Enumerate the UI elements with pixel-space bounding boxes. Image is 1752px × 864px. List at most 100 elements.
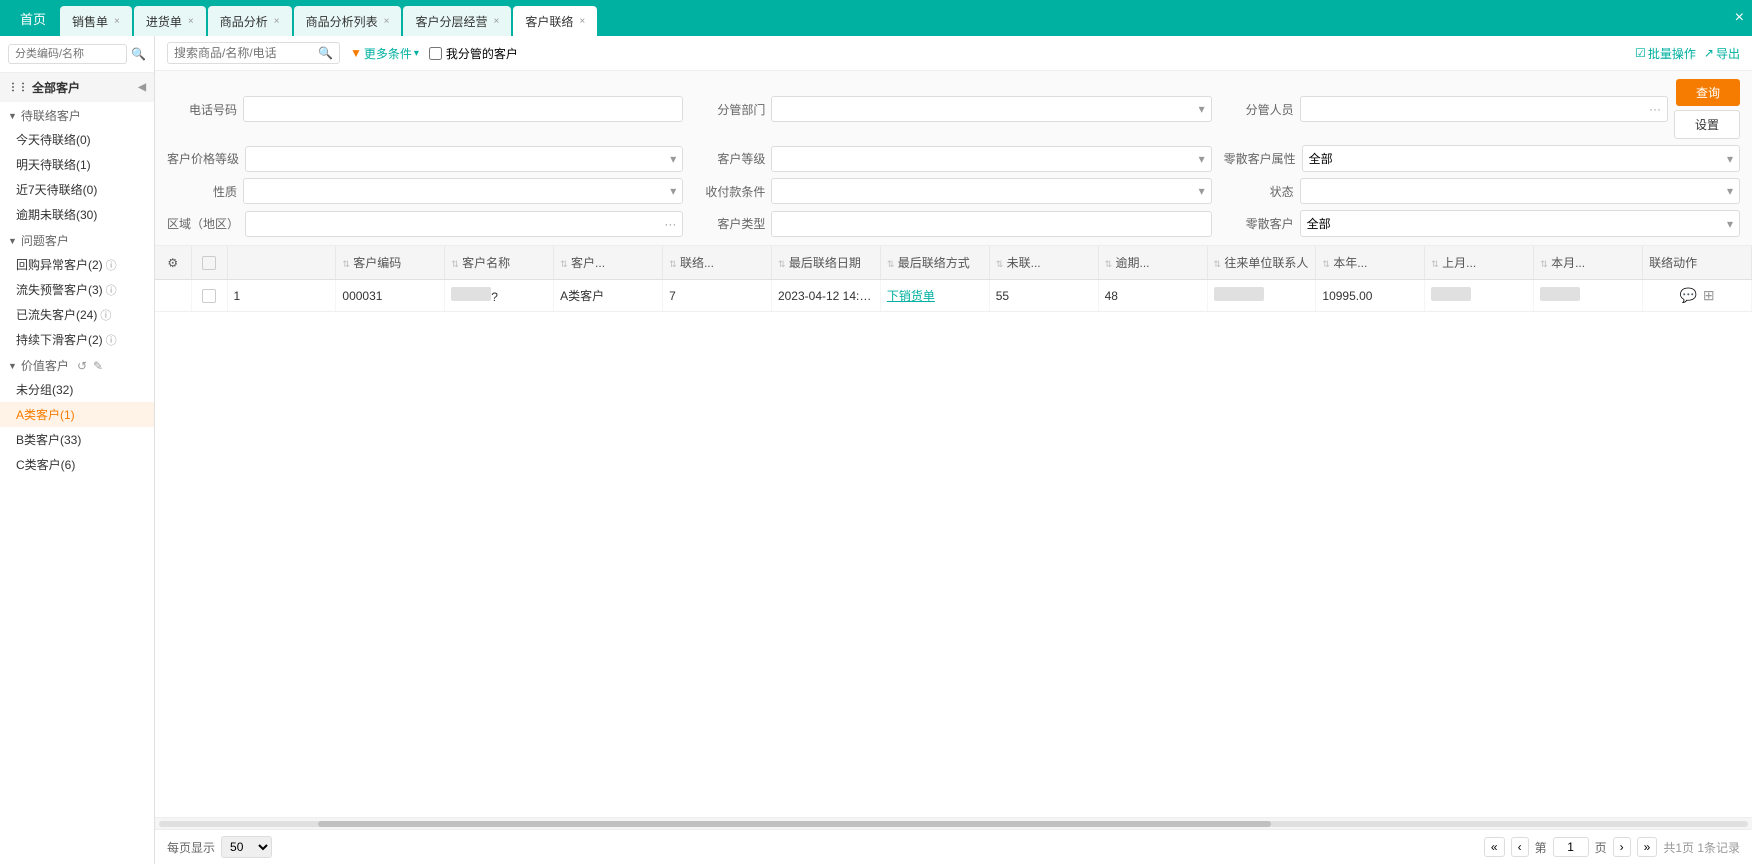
dept-select[interactable]: ▾	[771, 96, 1211, 122]
chevron-price: ▾	[670, 152, 676, 166]
retail-customer-label: 零散客户	[1224, 215, 1294, 232]
col-last-method[interactable]: ⇅ 最后联络方式	[880, 246, 989, 280]
sidebar-item-class-b[interactable]: B类客户(33)	[0, 427, 154, 452]
this-month-masked	[1540, 287, 1580, 301]
sidebar-item-churn-warning[interactable]: 流失预警客户(3) ⓘ	[0, 277, 154, 302]
query-btn-area: 查询 设置	[1674, 79, 1740, 139]
info-icon1: ⓘ	[106, 257, 117, 273]
batch-op-btn[interactable]: ☑ 批量操作	[1635, 45, 1696, 62]
status-select[interactable]: ▾	[1300, 178, 1740, 204]
cell-action: 💬 ⊞	[1643, 280, 1752, 312]
last-method-link[interactable]: 下销货单	[887, 289, 935, 303]
nav-tab-analysis-list[interactable]: 商品分析列表 ×	[294, 6, 402, 36]
nav-tab-analysis[interactable]: 商品分析 ×	[208, 6, 292, 36]
filter-person: 分管人员 ··· 查询 设置	[1224, 79, 1740, 139]
chevron-dept: ▾	[1199, 102, 1205, 116]
sidebar-item-tomorrow[interactable]: 明天待联络(1)	[0, 152, 154, 177]
filter-search-icon[interactable]: 🔍	[318, 46, 333, 60]
sidebar-section-value[interactable]: ▼ 价值客户 ↺ ✎	[0, 352, 154, 377]
prev-page-btn[interactable]: ‹	[1511, 837, 1529, 857]
cell-checkbox[interactable]	[191, 280, 227, 312]
col-no-contact[interactable]: ⇅ 未联...	[989, 246, 1098, 280]
scroll-thumb[interactable]	[318, 821, 1271, 827]
close-purchase-tab[interactable]: ×	[188, 16, 194, 27]
nav-tab-customer-contact[interactable]: 客户联络 ×	[513, 6, 597, 36]
col-overdue[interactable]: ⇅ 逾期...	[1098, 246, 1207, 280]
scroll-track[interactable]	[159, 821, 1748, 827]
refresh-icon[interactable]: ↺	[77, 359, 87, 373]
my-customers-check[interactable]	[429, 47, 442, 60]
qr-action-icon[interactable]: ⊞	[1703, 287, 1715, 304]
filter-region: 区域（地区） ···	[167, 210, 683, 237]
sidebar-item-churned[interactable]: 已流失客户(24) ⓘ	[0, 302, 154, 327]
sidebar-section-problem[interactable]: ▼ 问题客户	[0, 227, 154, 252]
last-page-btn[interactable]: »	[1637, 837, 1658, 857]
sidebar-section-pending[interactable]: ▼ 待联络客户	[0, 102, 154, 127]
nature-select[interactable]: ▾	[243, 178, 683, 204]
phone-input[interactable]	[243, 96, 683, 122]
sidebar: 🔍 ⋮⋮ 全部客户 ◀ ▼ 待联络客户 今天待联络(0) 明天待联络(1) 近7…	[0, 36, 155, 864]
nav-tab-sales[interactable]: 销售单 ×	[60, 6, 132, 36]
price-level-select[interactable]: ▾	[245, 146, 683, 172]
col-last-month[interactable]: ⇅ 上月...	[1425, 246, 1534, 280]
next-page-btn[interactable]: ›	[1613, 837, 1631, 857]
col-this-month[interactable]: ⇅ 本月...	[1534, 246, 1643, 280]
sidebar-all-customers[interactable]: ⋮⋮ 全部客户 ◀	[0, 73, 154, 102]
region-input[interactable]: ···	[245, 211, 683, 237]
page-number-input[interactable]	[1553, 837, 1589, 857]
sidebar-item-unclassified[interactable]: 未分组(32)	[0, 377, 154, 402]
sort-icon6: ⇅	[887, 259, 895, 269]
customer-type-input[interactable]	[771, 211, 1211, 237]
customer-level-label: 客户等级	[695, 150, 765, 167]
nav-tab-customer-segment[interactable]: 客户分层经营 ×	[403, 6, 511, 36]
nav-home[interactable]: 首页	[8, 0, 58, 36]
close-analysis-tab[interactable]: ×	[274, 16, 280, 27]
filter-more-btn[interactable]: ▼ 更多条件 ▾	[350, 45, 419, 62]
message-action-icon[interactable]: 💬	[1679, 287, 1696, 304]
sidebar-item-7days[interactable]: 近7天待联络(0)	[0, 177, 154, 202]
sidebar-item-today[interactable]: 今天待联络(0)	[0, 127, 154, 152]
col-code[interactable]: ⇅ 客户编码	[336, 246, 445, 280]
close-contact-tab[interactable]: ×	[579, 16, 585, 27]
sidebar-item-declining[interactable]: 持续下滑客户(2) ⓘ	[0, 327, 154, 352]
col-settings[interactable]: ⚙	[155, 246, 191, 280]
filter-right-actions: ☑ 批量操作 ↗ 导出	[1635, 45, 1740, 62]
col-unit-contact[interactable]: ⇅ 往来单位联系人	[1207, 246, 1316, 280]
export-btn[interactable]: ↗ 导出	[1704, 45, 1740, 62]
col-level[interactable]: ⇅ 客户...	[554, 246, 663, 280]
col-checkbox-header[interactable]	[191, 246, 227, 280]
col-contact[interactable]: ⇅ 联络...	[663, 246, 772, 280]
close-sales-tab[interactable]: ×	[114, 16, 120, 27]
person-input[interactable]: ···	[1300, 96, 1668, 122]
filter-search-input[interactable]	[174, 46, 314, 60]
chevron-payment: ▾	[1199, 184, 1205, 198]
close-analysis-list-tab[interactable]: ×	[384, 16, 390, 27]
col-name[interactable]: ⇅ 客户名称	[445, 246, 554, 280]
filter-customer-level: 客户等级 ▾	[695, 145, 1211, 172]
sidebar-item-repurchase-abnormal[interactable]: 回购异常客户(2) ⓘ	[0, 252, 154, 277]
setting-button[interactable]: 设置	[1674, 110, 1740, 139]
horizontal-scrollbar[interactable]	[155, 817, 1752, 829]
chevron-clevel: ▾	[1199, 152, 1205, 166]
sidebar-item-class-a[interactable]: A类客户(1)	[0, 402, 154, 427]
my-customers-checkbox[interactable]: 我分管的客户	[429, 45, 518, 62]
close-window-btn[interactable]: ×	[1735, 9, 1744, 27]
sidebar-search-icon[interactable]: 🔍	[131, 47, 146, 61]
first-page-btn[interactable]: «	[1484, 837, 1505, 857]
edit-icon[interactable]: ✎	[93, 359, 103, 373]
close-segment-tab[interactable]: ×	[493, 16, 499, 27]
retail-customer-select[interactable]: 全部 ▾	[1300, 210, 1740, 237]
page-size-select[interactable]: 50 10 20 100	[221, 836, 272, 858]
col-this-year[interactable]: ⇅ 本年...	[1316, 246, 1425, 280]
sidebar-item-overdue[interactable]: 逾期未联络(30)	[0, 202, 154, 227]
sidebar-search-input[interactable]	[8, 44, 127, 64]
chevron-retail2: ▾	[1727, 217, 1733, 231]
col-last-date[interactable]: ⇅ 最后联络日期	[771, 246, 880, 280]
query-button[interactable]: 查询	[1676, 79, 1740, 106]
sidebar-item-class-c[interactable]: C类客户(6)	[0, 452, 154, 477]
payment-select[interactable]: ▾	[771, 178, 1211, 204]
nav-tab-purchase[interactable]: 进货单 ×	[134, 6, 206, 36]
sidebar-collapse-btn[interactable]: ◀	[138, 82, 146, 93]
customer-level-select[interactable]: ▾	[771, 146, 1211, 172]
retail-attr-select[interactable]: 全部 ▾	[1302, 145, 1740, 172]
